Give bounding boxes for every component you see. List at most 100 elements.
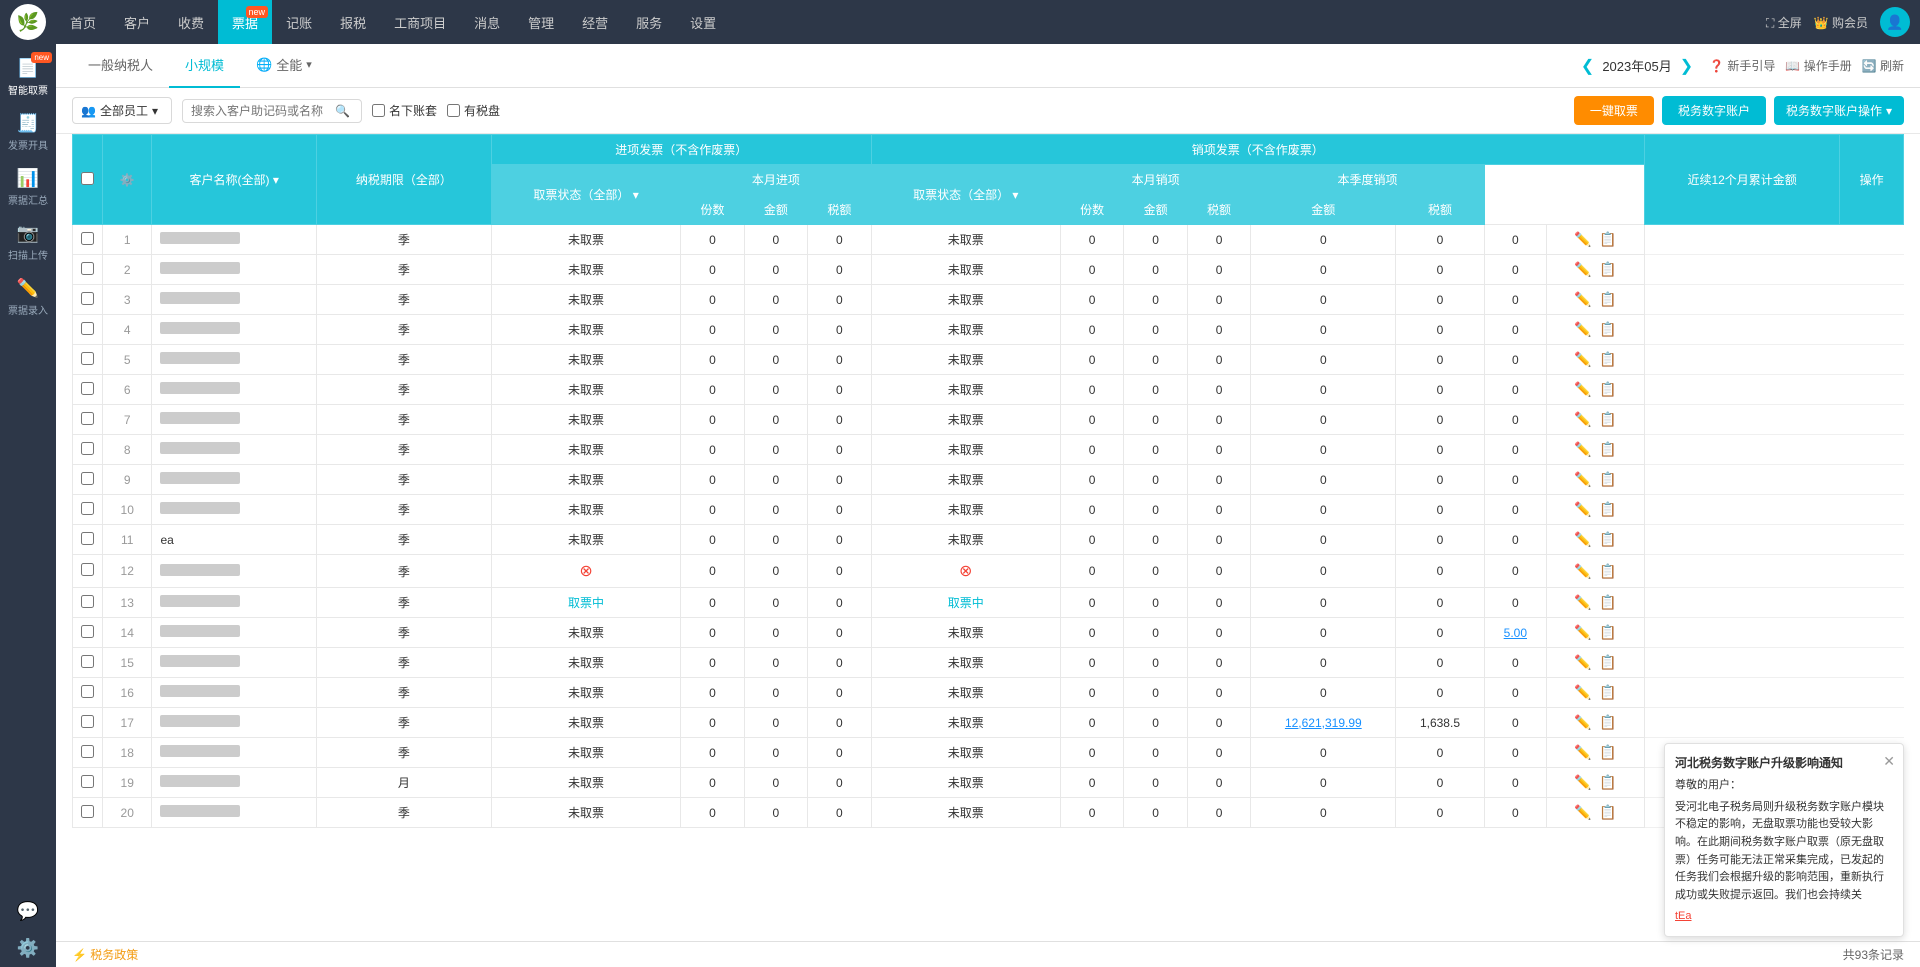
row-checkbox[interactable]: [81, 715, 94, 728]
row-checkbox[interactable]: [81, 292, 94, 305]
edit-icon[interactable]: ✏️: [1574, 804, 1591, 820]
nav-item-client[interactable]: 客户: [110, 0, 164, 44]
nav-item-tax[interactable]: 报税: [326, 0, 380, 44]
refresh-btn[interactable]: 🔄 刷新: [1862, 57, 1904, 74]
row-checkbox[interactable]: [81, 655, 94, 668]
copy-icon[interactable]: 📋: [1599, 624, 1616, 640]
row-checkbox[interactable]: [81, 352, 94, 365]
edit-icon[interactable]: ✏️: [1574, 381, 1591, 397]
copy-icon[interactable]: 📋: [1599, 411, 1616, 427]
checkbox-subledger[interactable]: 名下账套: [372, 102, 437, 119]
row-checkbox[interactable]: [81, 322, 94, 335]
row-checkbox[interactable]: [81, 382, 94, 395]
copy-icon[interactable]: 📋: [1599, 381, 1616, 397]
copy-icon[interactable]: 📋: [1599, 744, 1616, 760]
select-all-checkbox[interactable]: [81, 172, 94, 185]
notification-link[interactable]: tEa: [1675, 910, 1692, 922]
row-checkbox[interactable]: [81, 502, 94, 515]
row-checkbox[interactable]: [81, 442, 94, 455]
edit-icon[interactable]: ✏️: [1574, 441, 1591, 457]
copy-icon[interactable]: 📋: [1599, 231, 1616, 247]
row-checkbox[interactable]: [81, 685, 94, 698]
sidebar-item-config[interactable]: ⚙️: [0, 930, 56, 967]
nav-item-settings[interactable]: 设置: [676, 0, 730, 44]
tab-small-scale[interactable]: 小规模: [169, 44, 240, 88]
sidebar-item-smart-ticket[interactable]: 📄 智能取票 new: [0, 50, 56, 105]
nav-item-home[interactable]: 首页: [56, 0, 110, 44]
copy-icon[interactable]: 📋: [1599, 291, 1616, 307]
edit-icon[interactable]: ✏️: [1574, 744, 1591, 760]
edit-icon[interactable]: ✏️: [1574, 594, 1591, 610]
copy-icon[interactable]: 📋: [1599, 563, 1616, 579]
row-checkbox[interactable]: [81, 532, 94, 545]
edit-icon[interactable]: ✏️: [1574, 471, 1591, 487]
taxdisk-checkbox[interactable]: [447, 104, 460, 117]
edit-icon[interactable]: ✏️: [1574, 321, 1591, 337]
nav-item-ticket[interactable]: 票据 new: [218, 0, 272, 44]
user-avatar[interactable]: 👤: [1880, 7, 1910, 37]
nav-item-message[interactable]: 消息: [460, 0, 514, 44]
notification-close-btn[interactable]: ✕: [1883, 750, 1895, 772]
row-checkbox[interactable]: [81, 805, 94, 818]
search-input[interactable]: [191, 104, 331, 118]
edit-icon[interactable]: ✏️: [1574, 501, 1591, 517]
edit-icon[interactable]: ✏️: [1574, 563, 1591, 579]
row-checkbox[interactable]: [81, 232, 94, 245]
row-checkbox[interactable]: [81, 745, 94, 758]
copy-icon[interactable]: 📋: [1599, 501, 1616, 517]
tax-policy-link[interactable]: ⚡ 税务政策: [72, 946, 138, 963]
edit-icon[interactable]: ✏️: [1574, 684, 1591, 700]
copy-icon[interactable]: 📋: [1599, 714, 1616, 730]
prev-month-btn[interactable]: ❮: [1581, 56, 1594, 76]
row-checkbox[interactable]: [81, 625, 94, 638]
nav-item-accounting[interactable]: 记账: [272, 0, 326, 44]
manual-btn[interactable]: 📖 操作手册: [1785, 57, 1851, 74]
copy-icon[interactable]: 📋: [1599, 804, 1616, 820]
edit-icon[interactable]: ✏️: [1574, 351, 1591, 367]
nav-item-business[interactable]: 工商项目: [380, 0, 460, 44]
copy-icon[interactable]: 📋: [1599, 684, 1616, 700]
nav-item-operation[interactable]: 经营: [568, 0, 622, 44]
yijian-quipiao-button[interactable]: 一键取票: [1574, 96, 1654, 125]
row-checkbox[interactable]: [81, 775, 94, 788]
sidebar-item-summary[interactable]: 📊 票据汇总: [0, 160, 56, 215]
edit-icon[interactable]: ✏️: [1574, 774, 1591, 790]
sidebar-item-entry[interactable]: ✏️ 票据录入: [0, 270, 56, 325]
row-checkbox[interactable]: [81, 472, 94, 485]
edit-icon[interactable]: ✏️: [1574, 231, 1591, 247]
nav-item-fee[interactable]: 收费: [164, 0, 218, 44]
edit-icon[interactable]: ✏️: [1574, 261, 1591, 277]
row-checkbox[interactable]: [81, 412, 94, 425]
copy-icon[interactable]: 📋: [1599, 441, 1616, 457]
fullscreen-btn[interactable]: ⛶ 全屏: [1766, 14, 1802, 31]
row-checkbox[interactable]: [81, 595, 94, 608]
copy-icon[interactable]: 📋: [1599, 471, 1616, 487]
subledger-checkbox[interactable]: [372, 104, 385, 117]
edit-icon[interactable]: ✏️: [1574, 291, 1591, 307]
copy-icon[interactable]: 📋: [1599, 654, 1616, 670]
copy-icon[interactable]: 📋: [1599, 531, 1616, 547]
copy-icon[interactable]: 📋: [1599, 351, 1616, 367]
nav-item-manage[interactable]: 管理: [514, 0, 568, 44]
nav-item-service[interactable]: 服务: [622, 0, 676, 44]
copy-icon[interactable]: 📋: [1599, 774, 1616, 790]
copy-icon[interactable]: 📋: [1599, 321, 1616, 337]
shuiwu-dropdown-button[interactable]: 税务数字账户操作 ▾: [1774, 96, 1904, 125]
edit-icon[interactable]: ✏️: [1574, 624, 1591, 640]
tab-quanneng[interactable]: 🌐 全能 ▾: [240, 44, 328, 88]
copy-icon[interactable]: 📋: [1599, 261, 1616, 277]
sidebar-item-invoice[interactable]: 🧾 发票开具: [0, 105, 56, 160]
sidebar-item-chat[interactable]: 💬: [0, 893, 56, 930]
next-month-btn[interactable]: ❯: [1680, 56, 1693, 76]
edit-icon[interactable]: ✏️: [1574, 411, 1591, 427]
member-btn[interactable]: 👑 购会员: [1814, 14, 1868, 31]
sidebar-item-scan[interactable]: 📷 扫描上传: [0, 215, 56, 270]
employee-select[interactable]: 👥 全部员工 ▾: [72, 97, 172, 124]
row-checkbox[interactable]: [81, 563, 94, 576]
tab-general-taxpayer[interactable]: 一般纳税人: [72, 44, 169, 88]
row-checkbox[interactable]: [81, 262, 94, 275]
copy-icon[interactable]: 📋: [1599, 594, 1616, 610]
checkbox-taxdisk[interactable]: 有税盘: [447, 102, 500, 119]
edit-icon[interactable]: ✏️: [1574, 654, 1591, 670]
shuiwu-digital-button[interactable]: 税务数字账户: [1662, 96, 1766, 125]
